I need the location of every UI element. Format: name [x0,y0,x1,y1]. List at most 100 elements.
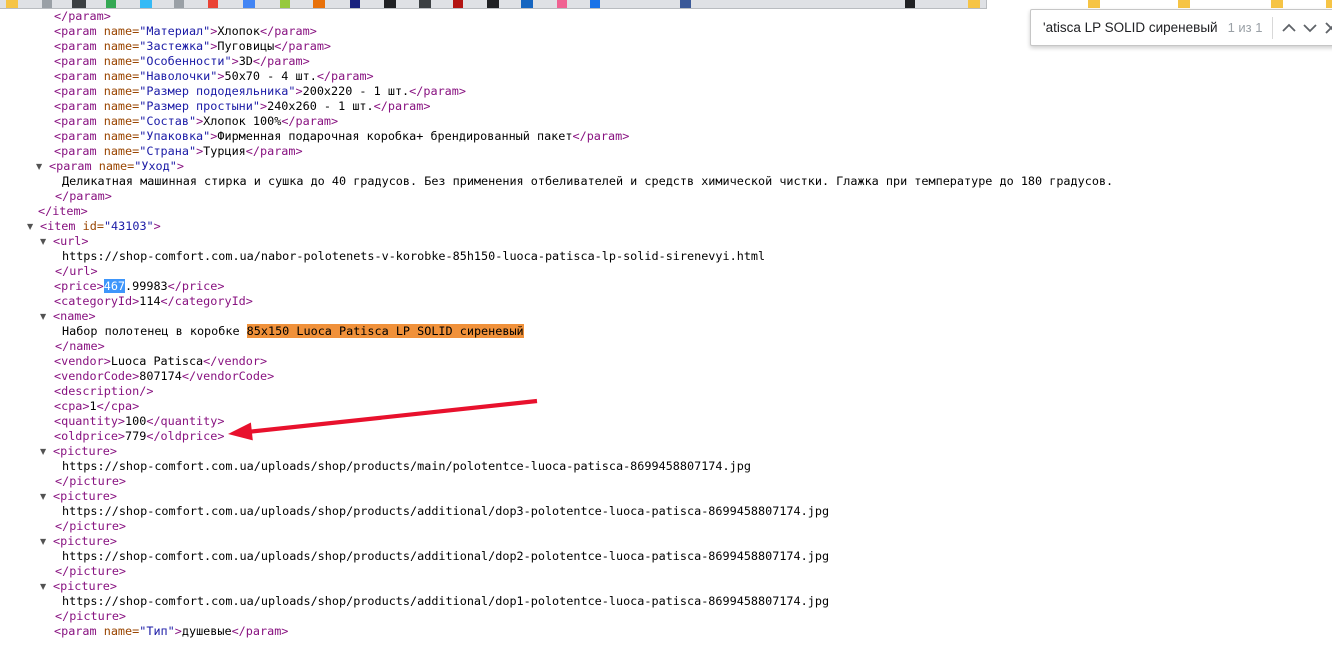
tab-favicon[interactable] [140,0,152,8]
xml-token: <vendorCode> [54,369,140,383]
collapse-toggle-icon[interactable]: ▼ [40,489,53,504]
xml-token: </vendor> [203,354,268,368]
collapse-toggle-icon[interactable]: ▼ [40,309,53,324]
xml-token: </vendorCode> [181,369,275,383]
tab-favicon[interactable] [419,0,431,8]
xml-token: "Уход" [134,159,177,173]
xml-line: <quantity>100</quantity> [0,414,1332,429]
xml-line: ▼ <picture> [0,489,1332,504]
tab-favicon[interactable] [905,0,915,8]
tab-favicon[interactable] [557,0,567,8]
xml-token: </quantity> [146,414,225,428]
xml-token: </param> [572,129,630,143]
xml-token: name= [103,624,140,638]
tab-favicon[interactable] [208,0,218,8]
xml-token: <oldprice> [54,429,126,443]
xml-token: > [176,159,184,173]
xml-line: </item> [0,204,1332,219]
xml-token: </picture> [55,609,127,623]
tab-favicon[interactable] [968,0,980,8]
xml-line: <oldprice>779</oldprice> [0,429,1332,444]
xml-line: <param name="Упаковка">Фирменная подароч… [0,129,1332,144]
xml-token: <url> [53,234,89,248]
xml-token: <param [54,84,104,98]
xml-token: name= [103,84,140,98]
xml-token: </picture> [55,474,127,488]
xml-token: <param [49,159,99,173]
chevron-down-icon [1302,23,1318,33]
xml-line: <param name="Размер пододеяльника">200х2… [0,84,1332,99]
xml-token: name= [103,69,140,83]
tab-strip[interactable] [0,0,1332,9]
xml-token: > [174,624,182,638]
xml-token: > [231,54,239,68]
xml-token: </categoryId> [160,294,253,308]
xml-token: "Упаковка" [139,129,211,143]
xml-line: ▼ <picture> [0,579,1332,594]
tab-favicon[interactable] [521,0,533,8]
tab-favicon[interactable] [313,0,325,8]
xml-token: </param> [316,69,374,83]
xml-line: <vendor>Luoca Patisca</vendor> [0,354,1332,369]
xml-token: </param> [274,39,332,53]
xml-token: 779 [125,429,147,443]
xml-token: Пуговицы [217,39,275,53]
tab-favicon[interactable] [106,0,116,8]
xml-token: <description/> [54,384,154,398]
xml-line: <param name="Состав">Хлопок 100%</param> [0,114,1332,129]
find-bar[interactable]: 'atisca LP SOLID сиреневый 1 из 1 [1030,9,1332,46]
xml-token: <param [54,99,104,113]
collapse-toggle-icon[interactable]: ▼ [27,219,40,234]
tab-favicon[interactable] [1326,0,1332,8]
tab-favicon[interactable] [1088,0,1100,8]
xml-line: </picture> [0,609,1332,624]
tab-favicon[interactable] [6,0,18,8]
xml-token: 100 [125,414,147,428]
xml-token: https://shop-comfort.com.ua/uploads/shop… [62,549,830,563]
xml-line: ▼ <item id="43103"> [0,219,1332,234]
xml-token: name= [103,39,140,53]
xml-token: .99983 [125,279,168,293]
tab-favicon[interactable] [590,0,600,8]
find-next-button[interactable] [1300,13,1321,43]
xml-token: name= [103,99,140,113]
xml-token: https://shop-comfort.com.ua/uploads/shop… [62,594,830,608]
xml-token: "Застежка" [139,39,211,53]
xml-token: 1 [89,399,97,413]
collapse-toggle-icon[interactable]: ▼ [40,579,53,594]
collapse-toggle-icon[interactable]: ▼ [40,534,53,549]
tab-favicon[interactable] [243,0,255,8]
find-previous-button[interactable] [1279,13,1300,43]
tab-favicon[interactable] [350,0,360,8]
xml-line: <description/> [0,384,1332,399]
find-close-button[interactable] [1320,13,1332,43]
xml-token: </cpa> [96,399,140,413]
collapse-toggle-icon[interactable]: ▼ [40,444,53,459]
tab-favicon[interactable] [174,0,184,8]
xml-line: <price>467.99983</price> [0,279,1332,294]
xml-token: <categoryId> [54,294,140,308]
tab-favicon[interactable] [72,0,86,8]
xml-token: <picture> [53,579,117,593]
collapse-toggle-icon[interactable]: ▼ [40,234,53,249]
xml-token: "Тип" [139,624,175,638]
xml-token: <picture> [53,534,117,548]
tab-favicon[interactable] [680,0,691,8]
xml-token: 50х70 - 4 шт. [224,69,317,83]
tab-favicon[interactable] [1271,0,1283,8]
xml-line: <cpa>1</cpa> [0,399,1332,414]
xml-line: ▼ <picture> [0,444,1332,459]
tab-favicon[interactable] [453,0,463,8]
xml-token: 200х220 - 1 шт. [302,84,410,98]
tab-favicon[interactable] [280,0,290,8]
find-input[interactable]: 'atisca LP SOLID сиреневый [1043,20,1218,35]
tab-favicon[interactable] [384,0,396,8]
xml-token: <price> [54,279,104,293]
xml-token: Luoca Patisca [110,354,204,368]
tab-favicon[interactable] [42,0,52,8]
chevron-up-icon [1281,23,1297,33]
tab-favicon[interactable] [487,0,499,8]
xml-line: https://shop-comfort.com.ua/uploads/shop… [0,549,1332,564]
collapse-toggle-icon[interactable]: ▼ [36,159,49,174]
tab-favicon[interactable] [1178,0,1190,8]
